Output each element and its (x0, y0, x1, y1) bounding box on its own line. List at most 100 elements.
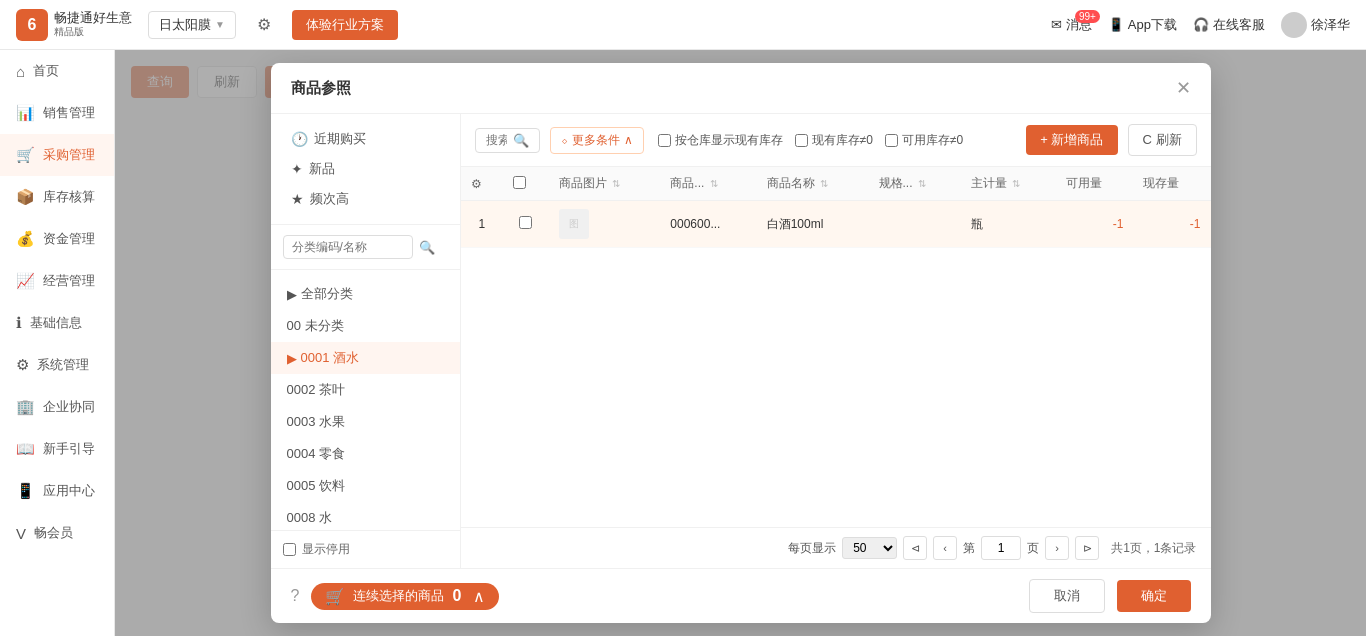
money-icon: 💰 (16, 230, 35, 248)
category-search-input[interactable] (283, 235, 413, 259)
modal-right-panel: 🔍 ⬦ 更多条件 ∧ 按仓库显示现有库存 (461, 114, 1211, 568)
refresh-btn[interactable]: C 刷新 (1128, 124, 1197, 156)
product-table: ⚙ 商品图片 ⇅ 商品... ⇅ (461, 167, 1211, 248)
quick-nav-new[interactable]: ✦ 新品 (283, 154, 448, 184)
col-unit: 主计量 ⇅ (961, 167, 1056, 201)
star-icon: ★ (291, 191, 304, 207)
check-warehouse-label[interactable]: 按仓库显示现有库存 (658, 132, 783, 149)
category-snack[interactable]: 0004 零食 (271, 438, 460, 470)
search-classify-icon[interactable]: 🔍 (419, 240, 435, 255)
sidebar-item-basic-info[interactable]: ℹ 基础信息 (0, 302, 114, 344)
system-icon: ⚙ (16, 356, 29, 374)
col-checkbox[interactable] (503, 167, 548, 201)
search-icon[interactable]: 🔍 (513, 133, 529, 148)
check-stock-label[interactable]: 现有库存≠0 (795, 132, 873, 149)
enterprise-icon: 🏢 (16, 398, 35, 416)
shopping-cart-icon: 🛒 (325, 587, 345, 606)
messages-btn[interactable]: ✉ 消息 99+ (1051, 16, 1092, 34)
page-last-btn[interactable]: ⊳ (1075, 536, 1099, 560)
cart-area[interactable]: 🛒 连续选择的商品 0 ∧ (311, 583, 499, 610)
page-first-btn[interactable]: ⊲ (903, 536, 927, 560)
show-disabled-checkbox[interactable] (283, 543, 296, 556)
td-spec (869, 201, 962, 248)
sidebar-item-enterprise[interactable]: 🏢 企业协同 (0, 386, 114, 428)
modal-footer: ? 🛒 连续选择的商品 0 ∧ 取消 确定 (271, 568, 1211, 623)
sidebar: ⌂ 首页 📊 销售管理 🛒 采购管理 📦 库存核算 💰 资金管理 📈 经营管理 … (0, 50, 115, 636)
col-img: 商品图片 ⇅ (549, 167, 661, 201)
category-beverage[interactable]: 0005 饮料 (271, 470, 460, 502)
sidebar-item-operations[interactable]: 📈 经营管理 (0, 260, 114, 302)
page-input[interactable] (981, 536, 1021, 560)
quick-nav-recent[interactable]: 🕐 近期购买 (283, 124, 448, 154)
member-icon: V (16, 525, 26, 542)
td-img: 图 (549, 201, 661, 248)
col-code: 商品... ⇅ (660, 167, 756, 201)
help-icon[interactable]: ? (291, 587, 300, 605)
sidebar-item-home[interactable]: ⌂ 首页 (0, 50, 114, 92)
sort-icon-unit: ⇅ (1012, 178, 1020, 189)
col-settings[interactable]: ⚙ (461, 167, 504, 201)
sidebar-item-apps[interactable]: 📱 应用中心 (0, 470, 114, 512)
page-next-btn[interactable]: › (1045, 536, 1069, 560)
sidebar-item-sales[interactable]: 📊 销售管理 (0, 92, 114, 134)
message-badge: 99+ (1075, 10, 1100, 23)
product-search-input[interactable] (486, 133, 507, 147)
sidebar-item-system[interactable]: ⚙ 系统管理 (0, 344, 114, 386)
td-checkbox[interactable] (503, 201, 548, 248)
modal-close-btn[interactable]: ✕ (1176, 77, 1191, 99)
col-available: 可用量 (1056, 167, 1133, 201)
select-all-checkbox[interactable] (513, 176, 526, 189)
clock-icon: 🕐 (291, 131, 308, 147)
category-tea[interactable]: 0002 茶叶 (271, 374, 460, 406)
sort-icon-name: ⇅ (820, 178, 828, 189)
content-area: 查询 刷新 设置 商品参照 ✕ 🕐 (115, 50, 1366, 636)
sidebar-item-inventory[interactable]: 📦 库存核算 (0, 176, 114, 218)
new-icon: ✦ (291, 161, 303, 177)
cart-count: 0 (452, 587, 461, 605)
sort-icon: ⇅ (612, 178, 620, 189)
quick-nav: 🕐 近期购买 ✦ 新品 ★ 频次高 (271, 114, 460, 225)
chevron-down-icon: ▼ (215, 19, 225, 30)
row-checkbox[interactable] (519, 216, 532, 229)
experience-btn[interactable]: 体验行业方案 (292, 10, 398, 40)
user-menu[interactable]: 徐泽华 (1281, 12, 1350, 38)
table-row[interactable]: 1 图 000600... 白酒100ml 瓶 (461, 201, 1211, 248)
add-product-btn[interactable]: + 新增商品 (1026, 125, 1117, 155)
modal-left-panel: 🕐 近期购买 ✦ 新品 ★ 频次高 (271, 114, 461, 568)
chart-icon: 📊 (16, 104, 35, 122)
app-download-btn[interactable]: 📱 App下载 (1108, 16, 1177, 34)
sort-icon-spec: ⇅ (918, 178, 926, 189)
category-all[interactable]: ▶ 全部分类 (271, 278, 460, 310)
confirm-btn[interactable]: 确定 (1117, 580, 1191, 612)
settings-icon[interactable]: ⚙ (248, 9, 280, 41)
check-warehouse[interactable] (658, 134, 671, 147)
category-fruit[interactable]: 0003 水果 (271, 406, 460, 438)
product-image: 图 (559, 209, 589, 239)
sidebar-item-guide[interactable]: 📖 新手引导 (0, 428, 114, 470)
quick-nav-frequent[interactable]: ★ 频次高 (283, 184, 448, 214)
category-liquor[interactable]: ▶ 0001 酒水 (271, 342, 460, 374)
sidebar-item-member[interactable]: V 畅会员 (0, 512, 114, 554)
ops-icon: 📈 (16, 272, 35, 290)
page-prev-btn[interactable]: ‹ (933, 536, 957, 560)
guide-icon: 📖 (16, 440, 35, 458)
category-unclassified[interactable]: 00 未分类 (271, 310, 460, 342)
filter-btn[interactable]: ⬦ 更多条件 ∧ (550, 127, 644, 154)
td-available: -1 (1056, 201, 1133, 248)
check-available-nonzero[interactable] (885, 134, 898, 147)
chevron-up-icon: ∧ (624, 133, 633, 147)
sidebar-item-purchase[interactable]: 🛒 采购管理 (0, 134, 114, 176)
sidebar-item-finance[interactable]: 💰 资金管理 (0, 218, 114, 260)
per-page-select[interactable]: 50 100 200 (842, 537, 897, 559)
check-stock-nonzero[interactable] (795, 134, 808, 147)
online-service-btn[interactable]: 🎧 在线客服 (1193, 16, 1265, 34)
check-available-label[interactable]: 可用库存≠0 (885, 132, 963, 149)
cancel-btn[interactable]: 取消 (1029, 579, 1105, 613)
category-water[interactable]: 0008 水 (271, 502, 460, 530)
col-spec: 规格... ⇅ (869, 167, 962, 201)
show-disabled-label: 显示停用 (302, 541, 350, 558)
category-list: ▶ 全部分类 00 未分类 ▶ 0001 酒水 0002 茶 (271, 270, 460, 530)
store-selector[interactable]: 日太阳膜 ▼ (148, 11, 236, 39)
col-stock: 现存量 (1133, 167, 1210, 201)
collapse-cart-icon[interactable]: ∧ (473, 587, 485, 606)
